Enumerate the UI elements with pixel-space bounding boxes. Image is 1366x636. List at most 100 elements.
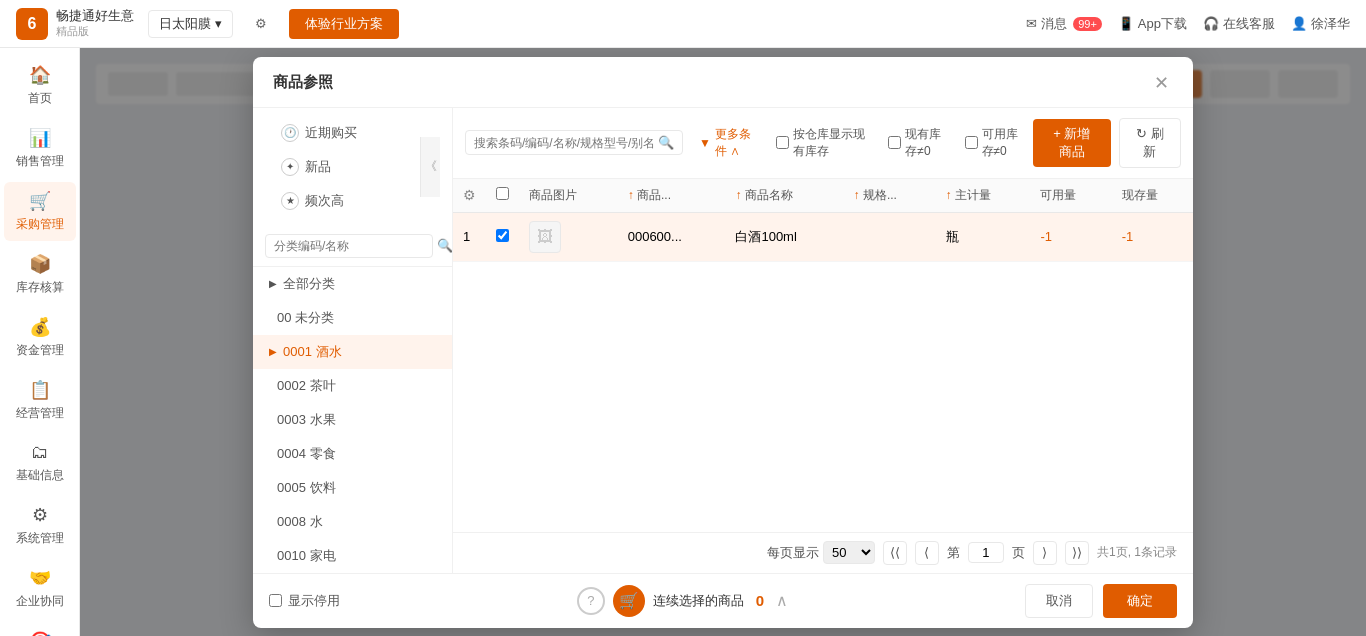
message-item[interactable]: ✉ 消息 99+ <box>1026 15 1102 33</box>
app-download-item[interactable]: 📱 App下载 <box>1118 15 1187 33</box>
modal-title: 商品参照 <box>273 73 333 92</box>
sort-up-icon: ↑ <box>628 188 634 202</box>
refresh-button[interactable]: ↻ 刷新 <box>1119 118 1181 168</box>
sidebar-item-collab[interactable]: 🤝 企业协同 <box>4 559 76 618</box>
cell-name: 白酒100ml <box>725 212 843 261</box>
th-unit[interactable]: ↑ 主计量 <box>936 179 1031 213</box>
online-service-label: 在线客服 <box>1223 15 1275 33</box>
product-search-box: 🔍 <box>465 130 683 155</box>
page-size-label: 每页显示 <box>767 544 819 562</box>
th-code[interactable]: ↑ 商品... <box>618 179 726 213</box>
system-icon: ⚙ <box>32 504 48 526</box>
left-nav-new[interactable]: ✦ 新品 <box>265 150 412 184</box>
modal-right-panel: 🔍 ▼ 更多条件 ∧ 按仓库显示现有库存 <box>453 108 1193 573</box>
sidebar-item-inventory[interactable]: 📦 库存核算 <box>4 245 76 304</box>
collapse-footer-icon[interactable]: ∧ <box>776 591 788 610</box>
category-beverage[interactable]: 0005 饮料 <box>253 471 452 505</box>
brand-name: 畅捷通好生意 <box>56 8 134 25</box>
filter-label: 更多条件 ∧ <box>715 126 760 160</box>
category-liquor[interactable]: ▶ 0001 酒水 <box>253 335 452 369</box>
sidebar-item-label-business: 经营管理 <box>16 405 64 422</box>
cancel-button[interactable]: 取消 <box>1025 584 1093 618</box>
sidebar-item-system[interactable]: ⚙ 系统管理 <box>4 496 76 555</box>
left-nav-recent[interactable]: 🕐 近期购买 <box>265 116 412 150</box>
column-settings-icon[interactable]: ⚙ <box>463 187 476 203</box>
search-icon[interactable]: 🔍 <box>437 238 453 253</box>
sidebar-item-home[interactable]: 🏠 首页 <box>4 56 76 115</box>
category-all[interactable]: ▶ 全部分类 <box>253 267 452 301</box>
checkbox-available-stock-input[interactable] <box>965 136 978 149</box>
app-download-label: App下载 <box>1138 15 1187 33</box>
online-service-item[interactable]: 🎧 在线客服 <box>1203 15 1275 33</box>
th-name[interactable]: ↑ 商品名称 <box>725 179 843 213</box>
store-name: 日太阳膜 <box>159 15 211 33</box>
purchase-icon: 🛒 <box>29 190 51 212</box>
sidebar-item-guide[interactable]: 🎯 新手引导 <box>4 622 76 636</box>
category-tea[interactable]: 0002 茶叶 <box>253 369 452 403</box>
cell-unit: 瓶 <box>936 212 1031 261</box>
category-fruit[interactable]: 0003 水果 <box>253 403 452 437</box>
sidebar-item-label-basic: 基础信息 <box>16 467 64 484</box>
pagination: 每页显示 50 100 200 ⟨⟨ ⟨ 第 页 <box>453 532 1193 573</box>
brand-sub: 精品版 <box>56 24 134 39</box>
first-page-button[interactable]: ⟨⟨ <box>883 541 907 565</box>
modal-footer: 显示停用 ? 🛒 连续选择的商品 0 ∧ 取消 确定 <box>253 573 1193 628</box>
sidebar-item-label-system: 系统管理 <box>16 530 64 547</box>
user-item[interactable]: 👤 徐泽华 <box>1291 15 1350 33</box>
th-spec[interactable]: ↑ 规格... <box>844 179 936 213</box>
sidebar-item-label-inventory: 库存核算 <box>16 279 64 296</box>
filter-button[interactable]: ▼ 更多条件 ∧ <box>691 122 768 164</box>
search-submit-icon[interactable]: 🔍 <box>658 135 674 150</box>
product-table-wrap: ⚙ 商品图片 <box>453 179 1193 532</box>
checkbox-by-warehouse-input[interactable] <box>776 136 789 149</box>
left-nav-frequent[interactable]: ★ 频次高 <box>265 184 412 218</box>
store-selector[interactable]: 日太阳膜 ▾ <box>148 10 233 38</box>
select-all-checkbox[interactable] <box>496 187 509 200</box>
category-list: ▶ 全部分类 00 未分类 ▶ 0001 酒水 0002 茶 <box>253 267 452 573</box>
confirm-button[interactable]: 确定 <box>1103 584 1177 618</box>
sidebar-item-purchase[interactable]: 🛒 采购管理 <box>4 182 76 241</box>
last-page-button[interactable]: ⟩⟩ <box>1065 541 1089 565</box>
row-checkbox[interactable] <box>496 229 509 242</box>
nav-right: ✉ 消息 99+ 📱 App下载 🎧 在线客服 👤 徐泽华 <box>1026 15 1350 33</box>
product-table-body: 1 🖼 <box>453 212 1193 261</box>
checkbox-available-stock[interactable]: 可用库存≠0 <box>965 126 1025 160</box>
filter-icon: ▼ <box>699 136 711 150</box>
table-header-row: ⚙ 商品图片 <box>453 179 1193 213</box>
next-page-button[interactable]: ⟩ <box>1033 541 1057 565</box>
recent-icon: 🕐 <box>281 124 299 142</box>
guide-icon: 🎯 <box>29 630 51 636</box>
modal-left-panel: 🕐 近期购买 ✦ 新品 ★ 频次高 <box>253 108 453 573</box>
continuous-select-label: 连续选择的商品 <box>653 592 744 610</box>
checkbox-by-warehouse[interactable]: 按仓库显示现有库存 <box>776 126 872 160</box>
cell-num: 1 <box>453 212 486 261</box>
settings-nav-icon[interactable]: ⚙ <box>245 8 277 40</box>
checkbox-existing-stock[interactable]: 现有库存≠0 <box>888 126 948 160</box>
prev-page-button[interactable]: ⟨ <box>915 541 939 565</box>
basic-icon: 🗂 <box>31 442 49 463</box>
product-search-input[interactable] <box>474 136 654 150</box>
page-size-select[interactable]: 50 100 200 <box>823 541 875 564</box>
category-snack[interactable]: 0004 零食 <box>253 437 452 471</box>
help-button[interactable]: ? <box>577 587 605 615</box>
display-disabled-label: 显示停用 <box>288 592 340 610</box>
category-search-input[interactable] <box>265 234 433 258</box>
sidebar-item-business[interactable]: 📋 经营管理 <box>4 371 76 430</box>
sidebar-item-basic[interactable]: 🗂 基础信息 <box>4 434 76 492</box>
sidebar-item-sales[interactable]: 📊 销售管理 <box>4 119 76 178</box>
category-appliance[interactable]: 0010 家电 <box>253 539 452 573</box>
sidebar-item-finance[interactable]: 💰 资金管理 <box>4 308 76 367</box>
sidebar-item-label-purchase: 采购管理 <box>16 216 64 233</box>
display-disabled-input[interactable] <box>269 594 282 607</box>
trial-btn[interactable]: 体验行业方案 <box>289 9 399 39</box>
page-number-input[interactable] <box>968 542 1004 563</box>
finance-icon: 💰 <box>29 316 51 338</box>
cart-button[interactable]: 🛒 <box>613 585 645 617</box>
modal-close-button[interactable]: ✕ <box>1149 71 1173 95</box>
add-product-button[interactable]: + 新增商品 <box>1033 119 1111 167</box>
checkbox-existing-stock-input[interactable] <box>888 136 901 149</box>
category-unclassified[interactable]: 00 未分类 <box>253 301 452 335</box>
table-row[interactable]: 1 🖼 <box>453 212 1193 261</box>
left-collapse-button[interactable]: 《 <box>420 137 440 197</box>
category-water[interactable]: 0008 水 <box>253 505 452 539</box>
